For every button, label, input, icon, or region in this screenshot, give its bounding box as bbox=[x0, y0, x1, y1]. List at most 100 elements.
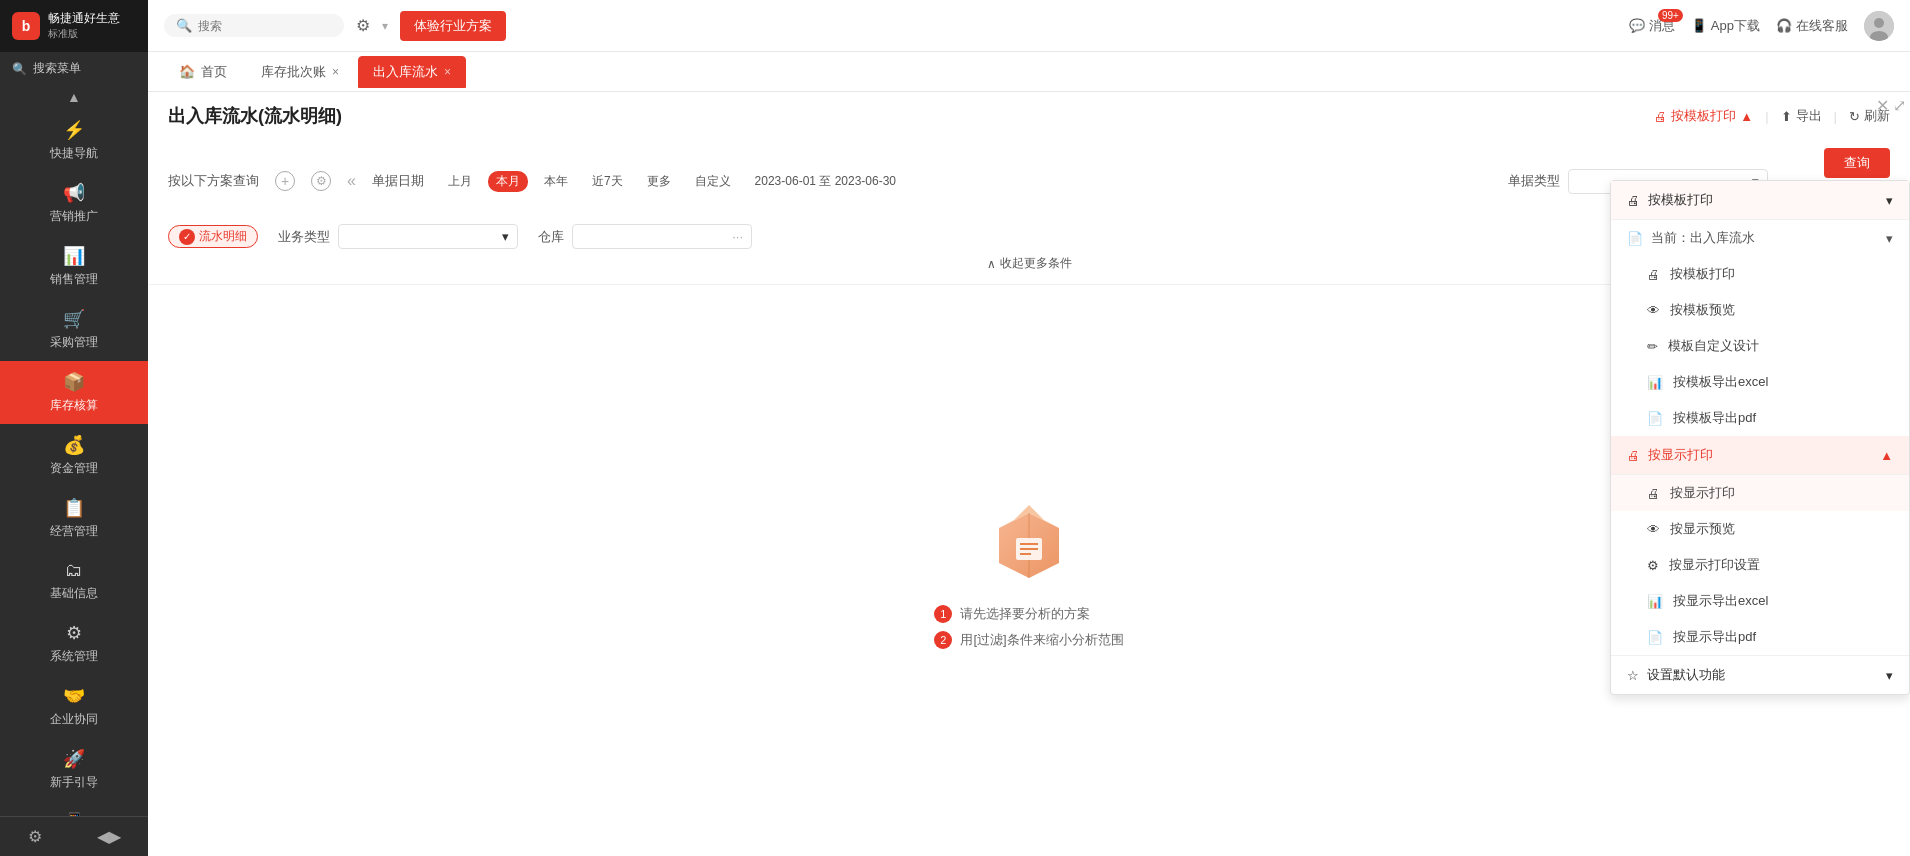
collapse-chevron-icon: ∧ bbox=[987, 257, 996, 271]
display-print-section-label: 按显示打印 bbox=[1648, 446, 1713, 464]
tab-home[interactable]: 🏠 首页 bbox=[164, 56, 242, 88]
print-btn[interactable]: 🖨 按模板打印 ▲ bbox=[1654, 107, 1753, 125]
sidebar-item-marketing[interactable]: 📢 营销推广 bbox=[0, 172, 148, 235]
filter-settings-btn[interactable]: ⚙ bbox=[311, 171, 331, 191]
print-dropdown-panel: 🖨 按模板打印 ▾ 📄 当前：出入库流水 ▾ 🖨 按模板打印 👁 bbox=[1610, 180, 1910, 695]
template-print-doc-icon: 🖨 bbox=[1647, 267, 1660, 282]
date-option-last-month[interactable]: 上月 bbox=[440, 171, 480, 192]
filter-collapse-btn[interactable]: « bbox=[347, 172, 356, 190]
filter-add-btn[interactable]: + bbox=[275, 171, 295, 191]
sidebar-item-purchase[interactable]: 🛒 采购管理 bbox=[0, 298, 148, 361]
basic-icon: 🗂 bbox=[65, 560, 83, 581]
sidebar-item-quick-nav[interactable]: ⚡ 快捷导航 bbox=[0, 109, 148, 172]
tab-home-label: 首页 bbox=[201, 63, 227, 81]
display-print-settings-item[interactable]: ⚙ 按显示打印设置 bbox=[1611, 547, 1909, 583]
sidebar-item-system[interactable]: ⚙ 系统管理 bbox=[0, 612, 148, 675]
message-btn[interactable]: 💬 消息 99+ bbox=[1629, 17, 1675, 35]
panel-controls: ✕ ⤢ bbox=[1872, 92, 1910, 119]
sidebar-item-label: 采购管理 bbox=[50, 334, 98, 351]
settings-footer-icon[interactable]: ⚙ bbox=[28, 827, 42, 846]
guide-icon: 🚀 bbox=[63, 748, 85, 770]
marketing-icon: 📢 bbox=[63, 182, 85, 204]
filter-date-row: 单据日期 上月 本月 本年 近7天 更多 自定义 2023-06-01 至 20… bbox=[372, 171, 1492, 192]
tab-batch-close-icon[interactable]: × bbox=[332, 65, 339, 79]
date-range-display: 2023-06-01 至 2023-06-30 bbox=[755, 173, 896, 190]
date-option-custom[interactable]: 自定义 bbox=[687, 171, 739, 192]
online-service-btn[interactable]: 🎧 在线客服 bbox=[1776, 17, 1848, 35]
panel-maximize-btn[interactable]: ⤢ bbox=[1893, 96, 1906, 115]
query-btn[interactable]: 查询 bbox=[1824, 148, 1890, 178]
template-preview-item[interactable]: 👁 按模板预览 bbox=[1611, 292, 1909, 328]
default-function-label: 设置默认功能 bbox=[1647, 666, 1725, 684]
current-template-label: 当前：出入库流水 bbox=[1651, 229, 1755, 247]
date-option-this-year[interactable]: 本年 bbox=[536, 171, 576, 192]
topbar-search-box[interactable]: 🔍 bbox=[164, 14, 344, 37]
app-name: 畅捷通好生意 bbox=[48, 11, 120, 27]
sidebar-item-app-center[interactable]: 📱 应用中心 bbox=[0, 801, 148, 816]
sidebar-item-label: 营销推广 bbox=[50, 208, 98, 225]
sidebar-item-inventory[interactable]: 📦 库存核算 bbox=[0, 361, 148, 424]
template-preview-label: 按模板预览 bbox=[1670, 301, 1735, 319]
export-btn[interactable]: ⬆ 导出 bbox=[1781, 107, 1822, 125]
template-print-item[interactable]: 🖨 按模板打印 bbox=[1611, 256, 1909, 292]
sidebar-nav: ▲ ⚡ 快捷导航 📢 营销推广 📊 销售管理 🛒 采购管理 📦 库存核算 💰 资… bbox=[0, 85, 148, 816]
template-custom-item[interactable]: ✏ 模板自定义设计 bbox=[1611, 328, 1909, 364]
topbar-search-icon: 🔍 bbox=[176, 18, 192, 33]
current-template-icon: 📄 bbox=[1627, 231, 1643, 246]
display-pdf-item[interactable]: 📄 按显示导出pdf bbox=[1611, 619, 1909, 655]
collapse-sidebar-icon[interactable]: ◀▶ bbox=[97, 827, 121, 846]
sidebar-item-label: 销售管理 bbox=[50, 271, 98, 288]
tab-batch-account[interactable]: 库存批次账 × bbox=[246, 56, 354, 88]
user-avatar[interactable] bbox=[1864, 11, 1894, 41]
message-icon: 💬 bbox=[1629, 18, 1645, 33]
sidebar-item-operations[interactable]: 📋 经营管理 bbox=[0, 487, 148, 550]
step-2-num: 2 bbox=[934, 631, 952, 649]
display-print-header[interactable]: 🖨 按显示打印 ▲ bbox=[1611, 436, 1909, 475]
sidebar-item-sales[interactable]: 📊 销售管理 bbox=[0, 235, 148, 298]
display-print-item[interactable]: 🖨 按显示打印 bbox=[1611, 475, 1909, 511]
template-print-header[interactable]: 🖨 按模板打印 ▾ bbox=[1611, 181, 1909, 220]
template-pdf-item[interactable]: 📄 按模板导出pdf bbox=[1611, 400, 1909, 436]
empty-step-1: 1 请先选择要分析的方案 bbox=[934, 605, 1123, 623]
sidebar-item-guide[interactable]: 🚀 新手引导 bbox=[0, 738, 148, 801]
current-template-item[interactable]: 📄 当前：出入库流水 ▾ bbox=[1611, 220, 1909, 256]
sidebar-item-enterprise[interactable]: 🤝 企业协同 bbox=[0, 675, 148, 738]
page-actions: 🖨 按模板打印 ▲ | ⬆ 导出 | ↻ 刷新 bbox=[1654, 107, 1890, 125]
panel-close-btn[interactable]: ✕ bbox=[1876, 96, 1889, 115]
date-option-more[interactable]: 更多 bbox=[639, 171, 679, 192]
filter-tag-flow[interactable]: ✓ 流水明细 bbox=[168, 225, 258, 248]
sidebar-item-basic[interactable]: 🗂 基础信息 bbox=[0, 550, 148, 612]
date-option-7days[interactable]: 近7天 bbox=[584, 171, 631, 192]
system-icon: ⚙ bbox=[66, 622, 82, 644]
date-option-this-month[interactable]: 本月 bbox=[488, 171, 528, 192]
sidebar-scroll-up[interactable]: ▲ bbox=[0, 85, 148, 109]
default-function-btn[interactable]: ☆ 设置默认功能 ▾ bbox=[1611, 655, 1909, 694]
doc-type-label: 单据类型 bbox=[1508, 172, 1560, 190]
sidebar-search[interactable]: 🔍 搜索菜单 bbox=[0, 52, 148, 85]
warehouse-more-icon[interactable]: ··· bbox=[732, 229, 743, 244]
app-download-btn[interactable]: 📱 App下载 bbox=[1691, 17, 1760, 35]
default-function-icon: ☆ bbox=[1627, 668, 1639, 683]
display-print-settings-label: 按显示打印设置 bbox=[1669, 556, 1760, 574]
template-excel-item[interactable]: 📊 按模板导出excel bbox=[1611, 364, 1909, 400]
export-icon: ⬆ bbox=[1781, 109, 1792, 124]
action-sep-1: | bbox=[1765, 109, 1768, 124]
business-type-field: 业务类型 ▾ bbox=[278, 224, 518, 249]
empty-step-2: 2 用[过滤]条件来缩小分析范围 bbox=[934, 631, 1123, 649]
tab-inout-flow[interactable]: 出入库流水 × bbox=[358, 56, 466, 88]
industry-btn[interactable]: 体验行业方案 bbox=[400, 11, 506, 41]
filter-date-options: 上月 本月 本年 近7天 更多 自定义 bbox=[440, 171, 739, 192]
inventory-icon: 📦 bbox=[63, 371, 85, 393]
sidebar-item-finance[interactable]: 💰 资金管理 bbox=[0, 424, 148, 487]
topbar-gear-icon[interactable]: ⚙ bbox=[356, 16, 370, 35]
business-type-select[interactable]: ▾ bbox=[338, 224, 518, 249]
topbar-search-input[interactable] bbox=[198, 19, 332, 33]
template-excel-icon: 📊 bbox=[1647, 375, 1663, 390]
display-excel-item[interactable]: 📊 按显示导出excel bbox=[1611, 583, 1909, 619]
sidebar-item-label: 经营管理 bbox=[50, 523, 98, 540]
topbar-dropdown-icon[interactable]: ▾ bbox=[382, 19, 388, 33]
tab-inout-close-icon[interactable]: × bbox=[444, 65, 451, 79]
display-preview-item[interactable]: 👁 按显示预览 bbox=[1611, 511, 1909, 547]
refresh-icon: ↻ bbox=[1849, 109, 1860, 124]
warehouse-select[interactable]: ··· bbox=[572, 224, 752, 249]
